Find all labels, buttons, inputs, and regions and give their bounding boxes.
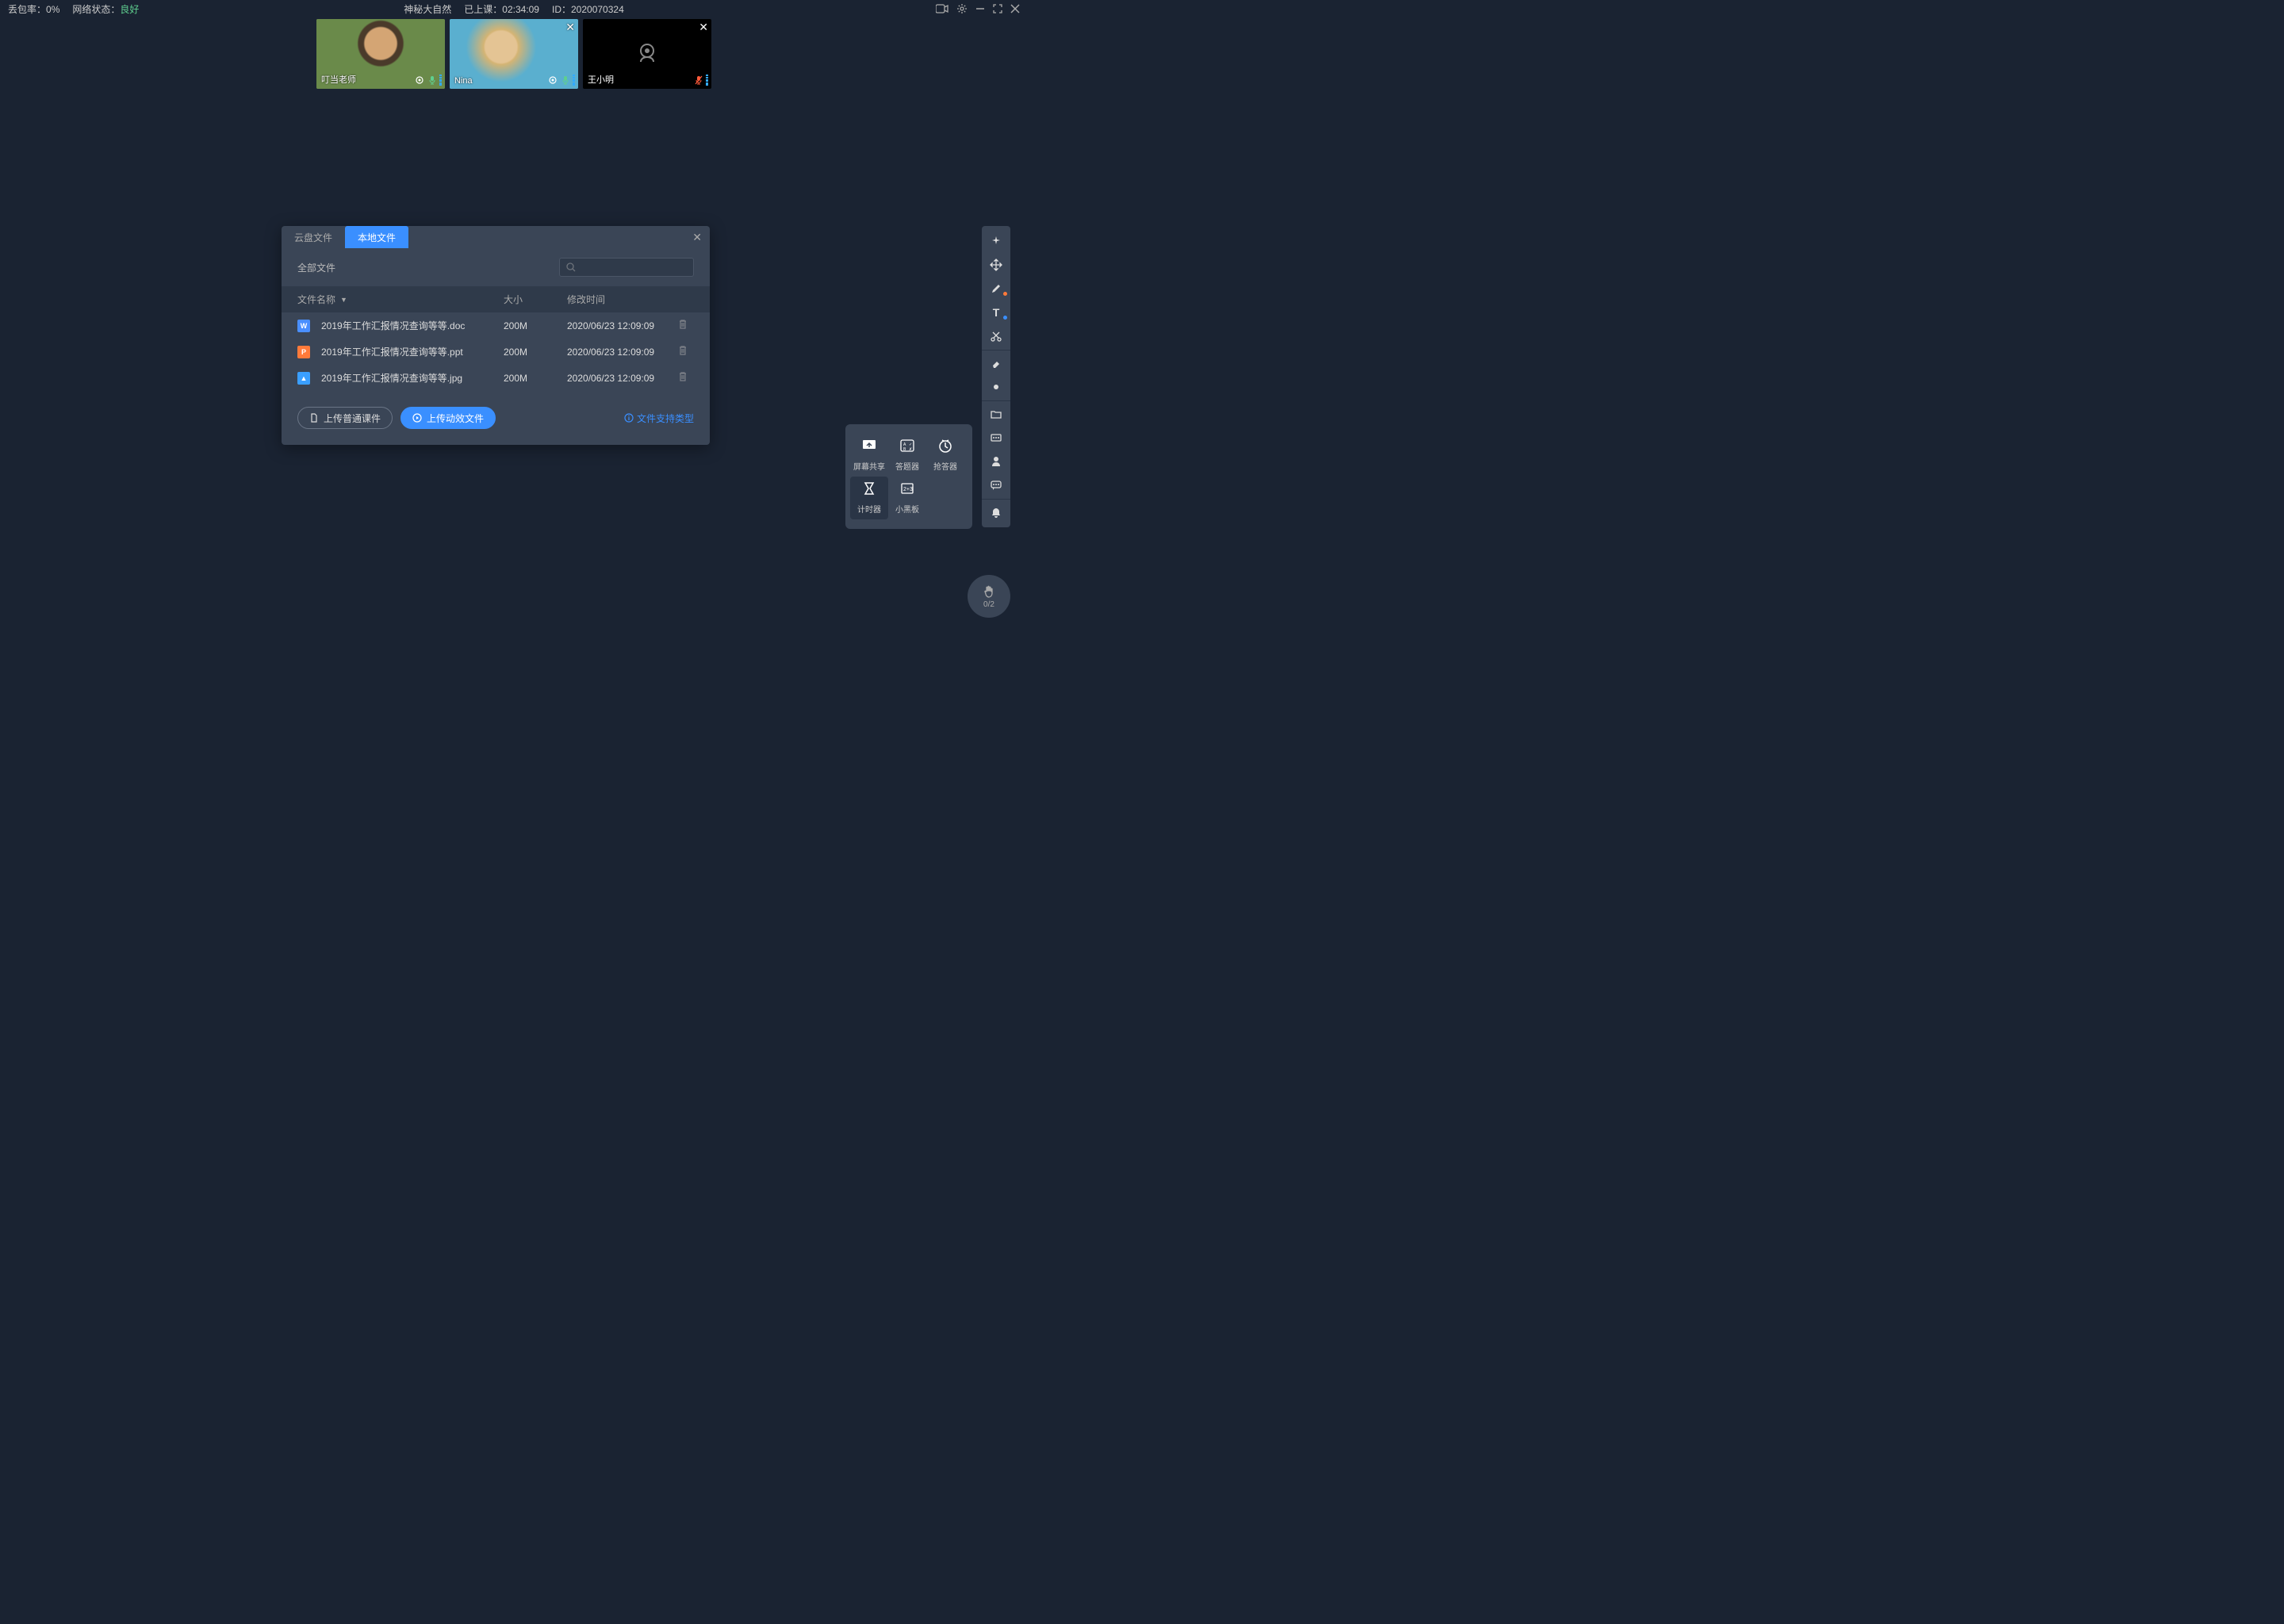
camera-toggle-icon[interactable] [936,4,948,13]
screen-icon [861,439,877,457]
file-type-icon: P [297,346,310,358]
video-name: Nina [454,76,473,86]
tab[interactable]: 本地文件 [345,226,408,248]
file-type-icon: ▲ [297,372,310,385]
delete-icon[interactable] [678,345,688,356]
popup-item[interactable]: 屏幕共享 [850,434,888,477]
tool-folder[interactable] [982,400,1010,426]
table-header: 文件名称▼ 大小 修改时间 [282,286,710,312]
video-strip: 叮当老师 ✕ Nina ✕ 王小明 [0,17,1028,90]
sort-icon: ▼ [340,296,347,304]
tab[interactable]: 云盘文件 [282,226,345,248]
tool-eraser[interactable] [982,350,1010,375]
video-close-icon[interactable]: ✕ [565,21,575,34]
close-icon[interactable] [1010,4,1020,13]
search-icon [566,262,576,272]
tools-popup: 屏幕共享A✓B✗答题器抢答器计时器2+3小黑板 [845,424,972,529]
video-name: 叮当老师 [321,73,356,86]
minimize-icon[interactable] [975,4,985,13]
video-tile[interactable]: ✕ 王小明 [583,19,711,89]
tool-pen[interactable] [982,277,1010,301]
delete-icon[interactable] [678,319,688,330]
popup-item[interactable]: 抢答器 [926,434,964,477]
settings-icon[interactable] [956,3,968,14]
video-close-icon[interactable]: ✕ [699,21,708,34]
board-icon: 2+3 [899,481,915,500]
buzzer-icon [937,439,953,457]
header: 丢包率：0% 网络状态：良好 神秘大自然 已上课：02:34:09 ID：202… [0,0,1028,17]
video-tile[interactable]: 叮当老师 [316,19,445,89]
tool-pointer[interactable] [982,229,1010,253]
tool-cut[interactable] [982,324,1010,348]
supported-types-link[interactable]: 文件支持类型 [624,412,694,425]
file-modal: 云盘文件本地文件 ✕ 全部文件 文件名称▼ 大小 修改时间 W2019年工作汇报情… [282,226,710,445]
right-toolbar: T [982,226,1010,527]
tool-apps[interactable] [982,426,1010,450]
raise-hand-button[interactable]: 0/2 [968,575,1010,618]
tool-users[interactable] [982,450,1010,473]
tool-shape[interactable] [982,375,1010,399]
popup-item[interactable]: 计时器 [850,477,888,519]
file-row[interactable]: W2019年工作汇报情况查询等等.doc200M2020/06/23 12:09… [282,312,710,339]
file-row[interactable]: ▲2019年工作汇报情况查询等等.jpg200M2020/06/23 12:09… [282,365,710,391]
svg-text:2+3: 2+3 [903,487,913,492]
filter-label[interactable]: 全部文件 [297,261,335,274]
modal-close-icon[interactable]: ✕ [692,231,702,244]
timer-icon [861,481,877,500]
tool-move[interactable] [982,253,1010,277]
video-name: 王小明 [588,73,614,86]
room-title: 神秘大自然 [404,2,451,16]
tool-chat[interactable] [982,473,1010,497]
tool-text[interactable]: T [982,301,1010,324]
fullscreen-icon[interactable] [993,4,1002,13]
delete-icon[interactable] [678,371,688,382]
popup-item[interactable]: 2+3小黑板 [888,477,926,519]
file-row[interactable]: P2019年工作汇报情况查询等等.ppt200M2020/06/23 12:09… [282,339,710,365]
quiz-icon: A✓B✗ [899,439,915,457]
tool-bell[interactable] [982,499,1010,524]
search-input[interactable] [559,258,694,277]
upload-dynamic-button[interactable]: 上传动效文件 [400,407,496,429]
svg-text:✗: ✗ [909,447,912,452]
popup-item[interactable]: A✓B✗答题器 [888,434,926,477]
file-type-icon: W [297,320,310,332]
video-tile[interactable]: ✕ Nina [450,19,578,89]
upload-normal-button[interactable]: 上传普通课件 [297,407,393,429]
